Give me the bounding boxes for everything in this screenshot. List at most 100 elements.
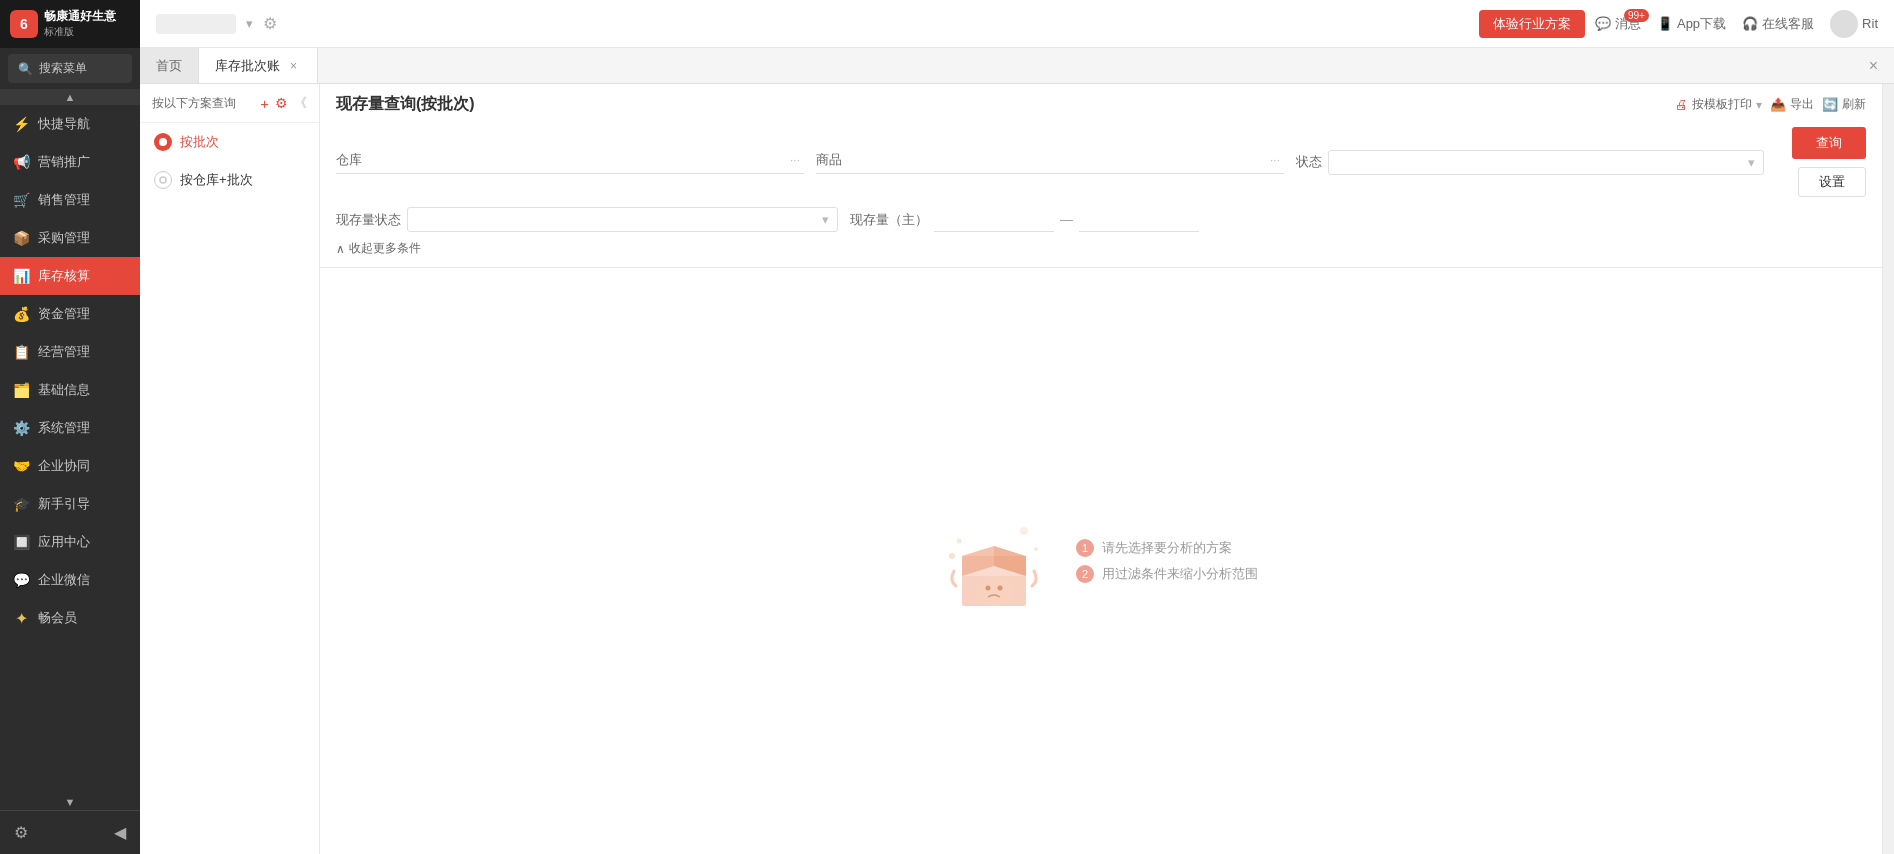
collapse-scheme-btn[interactable]: 《 [294, 94, 307, 112]
qty-min-input[interactable] [934, 208, 1054, 232]
filter-row-1: 仓库 ··· 商品 ··· 状态 [336, 127, 1866, 197]
status-select[interactable]: ▾ [1328, 150, 1764, 175]
collapse-label: 收起更多条件 [349, 240, 421, 257]
app-download-item[interactable]: 📱 App下载 [1657, 15, 1726, 33]
scheme-label-by-batch: 按批次 [180, 133, 219, 151]
sidebar-item-label: 企业微信 [38, 571, 90, 589]
warehouse-field: 仓库 ··· [336, 150, 804, 174]
settings-footer-icon[interactable]: ⚙ [10, 819, 32, 846]
print-action[interactable]: 🖨 按模板打印 ▾ [1675, 96, 1762, 113]
sidebar-item-finance[interactable]: 💰 资金管理 [0, 295, 140, 333]
filter-row-2: 现存量状态 ▾ 现存量（主） — [336, 207, 1866, 232]
sidebar-item-quick-nav[interactable]: ⚡ 快捷导航 [0, 105, 140, 143]
scheme-label-by-warehouse-batch: 按仓库+批次 [180, 171, 253, 189]
query-btn[interactable]: 查询 [1792, 127, 1866, 159]
qty-label: 现存量（主） [850, 211, 928, 229]
qty-max-input[interactable] [1079, 208, 1199, 232]
scheme-settings-btn[interactable]: ⚙ [275, 95, 288, 111]
scheme-item-by-batch[interactable]: 按批次 [140, 123, 319, 161]
qty-dash: — [1060, 212, 1073, 227]
sidebar-item-label: 采购管理 [38, 229, 90, 247]
topbar-settings-icon[interactable]: ⚙ [263, 14, 277, 33]
scroll-up-btn[interactable]: ▲ [0, 89, 140, 105]
warehouse-input[interactable] [368, 150, 780, 169]
sidebar-item-newbie[interactable]: 🎓 新手引导 [0, 485, 140, 523]
inventory-icon: 📊 [12, 267, 30, 285]
sidebar-item-sales[interactable]: 🛒 销售管理 [0, 181, 140, 219]
topbar-icons: 💬 消息 99+ 📱 App下载 🎧 在线客服 Rit [1595, 10, 1878, 38]
sidebar-search[interactable]: 🔍 搜索菜单 [8, 54, 132, 83]
print-icon: 🖨 [1675, 97, 1688, 112]
stock-status-select[interactable]: ▾ [407, 207, 838, 232]
settings-btn[interactable]: 设置 [1798, 167, 1866, 197]
sidebar-item-enterprise[interactable]: 🤝 企业协同 [0, 447, 140, 485]
sidebar-item-basic[interactable]: 🗂️ 基础信息 [0, 371, 140, 409]
sidebar-item-label: 销售管理 [38, 191, 90, 209]
svg-point-4 [976, 576, 1012, 606]
tab-batch-account[interactable]: 库存批次账 × [199, 48, 318, 83]
refresh-action[interactable]: 🔄 刷新 [1822, 96, 1866, 113]
tip-text-1: 请先选择要分析的方案 [1102, 539, 1232, 557]
sidebar-item-purchase[interactable]: 📦 采购管理 [0, 219, 140, 257]
scroll-down-btn[interactable]: ▼ [0, 794, 140, 810]
tab-home[interactable]: 首页 [140, 48, 199, 83]
svg-point-10 [957, 539, 962, 544]
sidebar-footer: ⚙ ◀ [0, 810, 140, 854]
sidebar-item-label: 经营管理 [38, 343, 90, 361]
add-scheme-btn[interactable]: + [260, 95, 269, 112]
scheme-panel-title: 按以下方案查询 [152, 95, 236, 112]
sidebar-item-inventory[interactable]: 📊 库存核算 [0, 257, 140, 295]
industry-btn[interactable]: 体验行业方案 [1479, 10, 1585, 38]
message-icon-item[interactable]: 💬 消息 99+ [1595, 15, 1641, 33]
product-input[interactable] [848, 150, 1260, 169]
app-download-label: App下载 [1677, 15, 1726, 33]
stock-status-field: 现存量状态 ▾ [336, 207, 838, 232]
purchase-icon: 📦 [12, 229, 30, 247]
scheme-panel-header: 按以下方案查询 + ⚙ 《 [140, 84, 319, 123]
warehouse-more-btn[interactable]: ··· [786, 153, 804, 167]
status-field: 状态 ▾ [1296, 150, 1764, 175]
sidebar-item-marketing[interactable]: 📢 营销推广 [0, 143, 140, 181]
scheme-item-by-warehouse-batch[interactable]: 按仓库+批次 [140, 161, 319, 199]
operation-icon: 📋 [12, 343, 30, 361]
query-header-container: 现存量查询(按批次) 🖨 按模板打印 ▾ 📤 导出 🔄 [320, 84, 1882, 268]
sidebar-item-appcenter[interactable]: 🔲 应用中心 [0, 523, 140, 561]
newbie-icon: 🎓 [12, 495, 30, 513]
refresh-label: 刷新 [1842, 96, 1866, 113]
page-title: 现存量查询(按批次) [336, 94, 475, 115]
quick-nav-icon: ⚡ [12, 115, 30, 133]
scheme-dot-active [154, 133, 172, 151]
vip-icon: ✦ [12, 609, 30, 627]
online-service-item[interactable]: 🎧 在线客服 [1742, 15, 1814, 33]
tab-close-main-btn[interactable]: × [1853, 48, 1894, 83]
tab-close-btn[interactable]: × [286, 57, 301, 75]
sidebar-item-label: 应用中心 [38, 533, 90, 551]
warehouse-label: 仓库 [336, 151, 362, 169]
query-title-row: 现存量查询(按批次) 🖨 按模板打印 ▾ 📤 导出 🔄 [320, 84, 1882, 121]
sidebar-item-label: 系统管理 [38, 419, 90, 437]
print-dropdown-icon[interactable]: ▾ [1756, 98, 1762, 112]
sidebar-item-wechat[interactable]: 💬 企业微信 [0, 561, 140, 599]
sidebar-item-label: 畅会员 [38, 609, 77, 627]
app-title: 畅康通好生意 [44, 9, 116, 25]
export-action[interactable]: 📤 导出 [1770, 96, 1814, 113]
filter-container: 仓库 ··· 商品 ··· 状态 [320, 121, 1882, 267]
sidebar-item-label: 基础信息 [38, 381, 90, 399]
export-label: 导出 [1790, 96, 1814, 113]
sidebar-item-system[interactable]: ⚙️ 系统管理 [0, 409, 140, 447]
right-scrollbar[interactable] [1882, 84, 1894, 854]
collapse-btn[interactable]: ∧ 收起更多条件 [336, 240, 1866, 257]
stock-status-label: 现存量状态 [336, 211, 401, 229]
qty-field: 现存量（主） — [850, 208, 1352, 232]
appcenter-icon: 🔲 [12, 533, 30, 551]
app-download-icon: 📱 [1657, 16, 1673, 31]
empty-state: 1 请先选择要分析的方案 2 用过滤条件来缩小分析范围 [320, 268, 1882, 854]
sidebar-item-operation[interactable]: 📋 经营管理 [0, 333, 140, 371]
enterprise-icon: 🤝 [12, 457, 30, 475]
collapse-sidebar-icon[interactable]: ◀ [110, 819, 130, 846]
sidebar-item-vip[interactable]: ✦ 畅会员 [0, 599, 140, 637]
product-more-btn[interactable]: ··· [1266, 153, 1284, 167]
topbar-dropdown-icon[interactable]: ▾ [246, 16, 253, 31]
user-item[interactable]: Rit [1830, 10, 1878, 38]
sidebar-header: 6 畅康通好生意 标准版 [0, 0, 140, 48]
